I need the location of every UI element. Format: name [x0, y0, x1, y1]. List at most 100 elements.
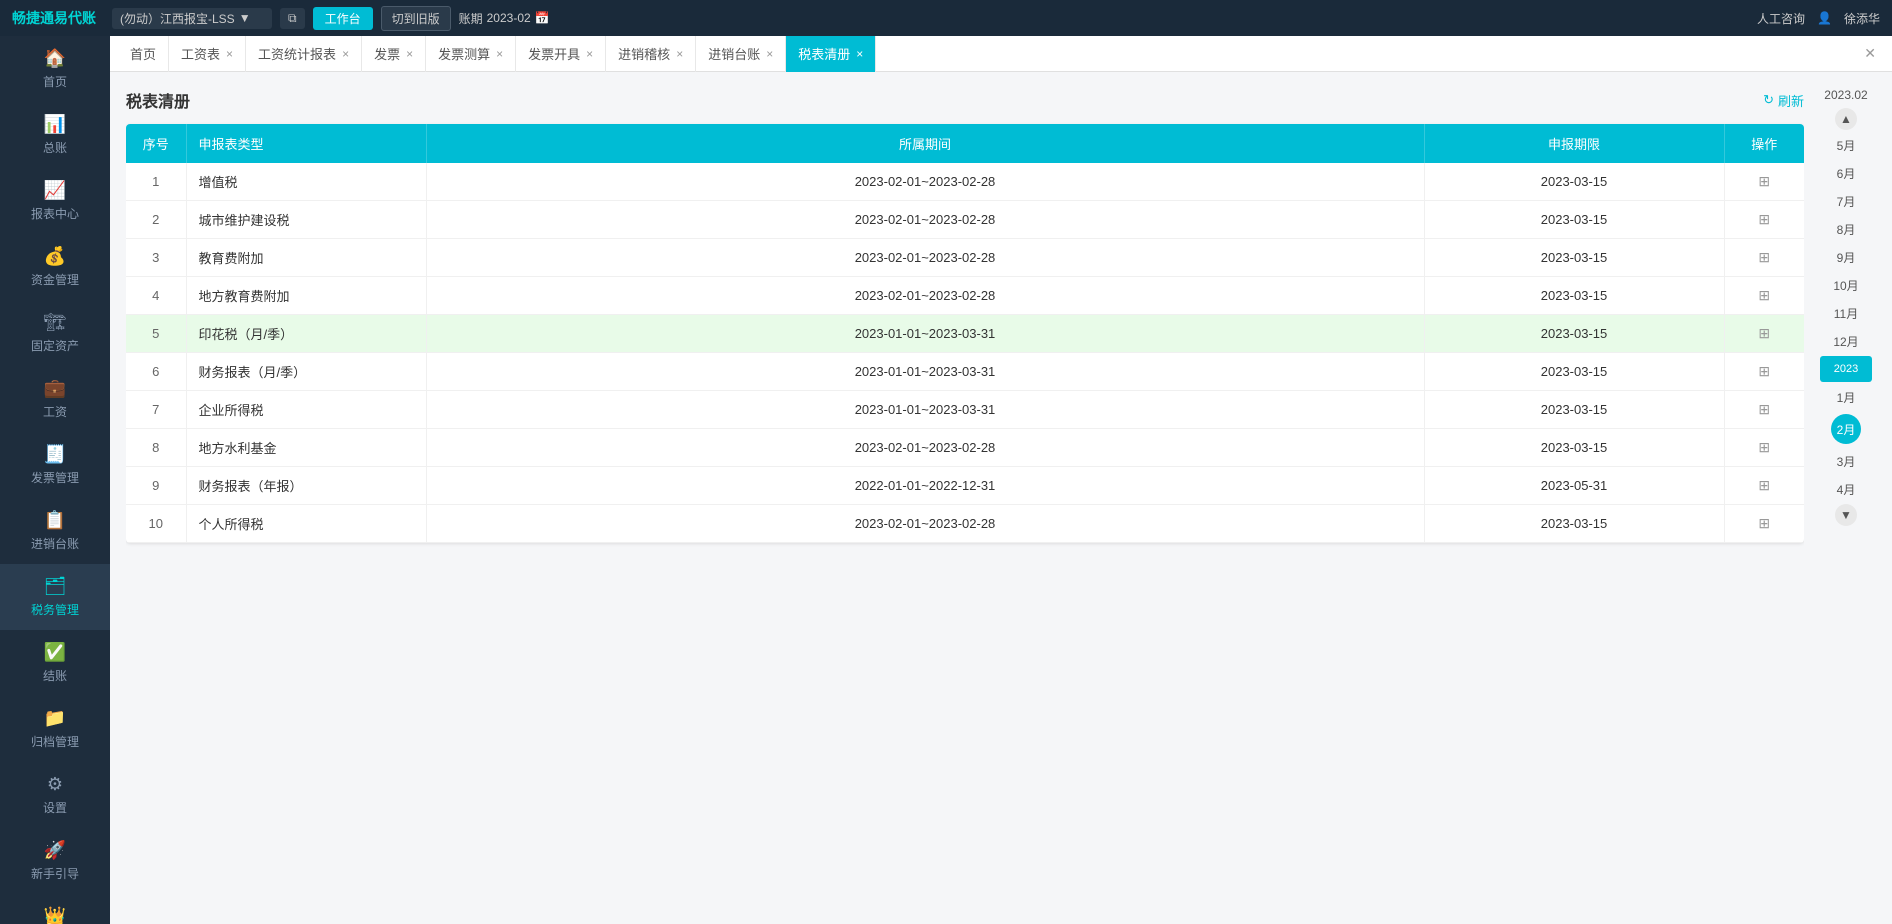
user-name[interactable]: 徐添华 [1844, 10, 1880, 27]
action-icon[interactable]: ⊞ [1758, 173, 1770, 189]
action-icon[interactable]: ⊞ [1758, 477, 1770, 493]
tab-close-tax-register[interactable]: × [856, 47, 863, 61]
tab-close-purchase-ledger[interactable]: × [766, 47, 773, 61]
workspace-button[interactable]: 工作台 [313, 7, 373, 30]
archive-icon: 📁 [44, 708, 66, 729]
copy-button[interactable]: ⧉ [280, 8, 305, 29]
action-icon[interactable]: ⊞ [1758, 515, 1770, 531]
dropdown-icon: ▼ [239, 11, 251, 25]
consult-button[interactable]: 人工咨询 [1757, 10, 1805, 27]
cell-period: 2023-02-01~2023-02-28 [426, 277, 1424, 315]
action-icon[interactable]: ⊞ [1758, 287, 1770, 303]
sidebar-item-salary[interactable]: 💼 工资 [0, 366, 110, 432]
calendar-month-4[interactable]: 4月 [1820, 476, 1872, 502]
calendar-month-1[interactable]: 1月 [1820, 384, 1872, 410]
tab-home[interactable]: 首页 [118, 36, 169, 72]
tab-close-salary-stat[interactable]: × [342, 47, 349, 61]
sidebar-item-purchase-ledger[interactable]: 📋 进销台账 [0, 498, 110, 564]
tab-close-all[interactable]: ✕ [1856, 45, 1884, 62]
calendar-month-12[interactable]: 12月 [1820, 328, 1872, 354]
tab-label: 工资表 [181, 44, 220, 63]
sidebar-item-invoice-mgmt[interactable]: 🧾 发票管理 [0, 432, 110, 498]
sidebar-item-archive[interactable]: 📁 归档管理 [0, 696, 110, 762]
calendar-month-6[interactable]: 6月 [1820, 160, 1872, 186]
guide-icon: 🚀 [44, 840, 66, 861]
tab-tax-register[interactable]: 税表清册 × [786, 36, 876, 72]
calendar-icon: 📅 [535, 11, 550, 25]
action-icon[interactable]: ⊞ [1758, 401, 1770, 417]
sidebar-item-home[interactable]: 🏠 首页 [0, 36, 110, 102]
calendar-month-5[interactable]: 5月 [1820, 132, 1872, 158]
sidebar-item-label: 首页 [43, 73, 67, 90]
right-panel: 2023.02 ▲ 5月 6月 7月 8月 9月 10月 11月 12月 202… [1816, 88, 1876, 908]
cell-type: 增值税 [186, 163, 426, 201]
tab-close-purchase-audit[interactable]: × [676, 47, 683, 61]
sidebar-item-report-center[interactable]: 📈 报表中心 [0, 168, 110, 234]
cell-seq: 3 [126, 239, 186, 277]
company-selector[interactable]: (勿动）江西报宝-LSS ▼ [112, 8, 272, 29]
cell-seq: 2 [126, 201, 186, 239]
tab-invoice-calc[interactable]: 发票测算 × [426, 36, 516, 72]
main-content: 税表清册 ↻ 刷新 序号 申报表类型 所属期间 申报期限 [126, 88, 1804, 908]
sidebar-item-settings[interactable]: ⚙ 设置 [0, 762, 110, 828]
calendar-year-2023: 2023 [1820, 356, 1872, 382]
action-icon[interactable]: ⊞ [1758, 211, 1770, 227]
sidebar-item-fixed-assets[interactable]: 🏗 固定资产 [0, 300, 110, 366]
calendar-month-10[interactable]: 10月 [1820, 272, 1872, 298]
sidebar-item-guide[interactable]: 🚀 新手引导 [0, 828, 110, 894]
page-title: 税表清册 [126, 88, 190, 112]
refresh-button[interactable]: ↻ 刷新 [1763, 91, 1804, 110]
sidebar-item-member[interactable]: 👑 畅会员 [0, 894, 110, 924]
page-header: 税表清册 ↻ 刷新 [126, 88, 1804, 112]
cell-action: ⊞ [1724, 315, 1804, 353]
tab-purchase-audit[interactable]: 进销稽核 × [606, 36, 696, 72]
action-icon[interactable]: ⊞ [1758, 325, 1770, 341]
tab-close-invoice-open[interactable]: × [586, 47, 593, 61]
table-row: 3 教育费附加 2023-02-01~2023-02-28 2023-03-15… [126, 239, 1804, 277]
tab-label: 进销稽核 [618, 44, 670, 63]
action-icon[interactable]: ⊞ [1758, 363, 1770, 379]
cell-action: ⊞ [1724, 429, 1804, 467]
cell-deadline: 2023-03-15 [1424, 353, 1724, 391]
tab-invoice-open[interactable]: 发票开具 × [516, 36, 606, 72]
calendar-up-button[interactable]: ▲ [1835, 108, 1857, 130]
calendar-month-2-active[interactable]: 2月 [1831, 414, 1861, 444]
sidebar-item-label: 固定资产 [31, 337, 79, 354]
settings-icon: ⚙ [47, 774, 63, 795]
calendar-month-3[interactable]: 3月 [1820, 448, 1872, 474]
sidebar-item-label: 结账 [43, 667, 67, 684]
cell-seq: 5 [126, 315, 186, 353]
calendar-month-11[interactable]: 11月 [1820, 300, 1872, 326]
tab-label: 发票 [374, 44, 400, 63]
calendar-month-8[interactable]: 8月 [1820, 216, 1872, 242]
sidebar-item-tax-mgmt[interactable]: 🗂 税务管理 [0, 564, 110, 630]
cell-deadline: 2023-03-15 [1424, 391, 1724, 429]
calendar-month-7[interactable]: 7月 [1820, 188, 1872, 214]
sidebar-item-fund-mgmt[interactable]: 💰 资金管理 [0, 234, 110, 300]
tab-salary[interactable]: 工资表 × [169, 36, 246, 72]
cell-action: ⊞ [1724, 467, 1804, 505]
calendar-month-9[interactable]: 9月 [1820, 244, 1872, 270]
tab-close-invoice[interactable]: × [406, 47, 413, 61]
table-row: 6 财务报表（月/季） 2023-01-01~2023-03-31 2023-0… [126, 353, 1804, 391]
cell-deadline: 2023-03-15 [1424, 201, 1724, 239]
sidebar-item-label: 发票管理 [31, 469, 79, 486]
sidebar-item-settlement[interactable]: ✅ 结账 [0, 630, 110, 696]
sidebar: 🏠 首页 📊 总账 📈 报表中心 💰 资金管理 🏗 固定资产 💼 工资 🧾 发票… [0, 36, 110, 924]
cell-action: ⊞ [1724, 239, 1804, 277]
tab-label: 工资统计报表 [258, 44, 336, 63]
action-icon[interactable]: ⊞ [1758, 249, 1770, 265]
switch-old-button[interactable]: 切到旧版 [381, 6, 451, 31]
action-icon[interactable]: ⊞ [1758, 439, 1770, 455]
sidebar-item-general-ledger[interactable]: 📊 总账 [0, 102, 110, 168]
cell-type: 印花税（月/季） [186, 315, 426, 353]
tab-close-invoice-calc[interactable]: × [496, 47, 503, 61]
tab-salary-stat[interactable]: 工资统计报表 × [246, 36, 362, 72]
calendar-down-button[interactable]: ▼ [1835, 504, 1857, 526]
cell-deadline: 2023-03-15 [1424, 315, 1724, 353]
tab-close-salary[interactable]: × [226, 47, 233, 61]
tab-invoice[interactable]: 发票 × [362, 36, 426, 72]
cell-action: ⊞ [1724, 353, 1804, 391]
tab-purchase-ledger[interactable]: 进销台账 × [696, 36, 786, 72]
cell-deadline: 2023-03-15 [1424, 505, 1724, 543]
